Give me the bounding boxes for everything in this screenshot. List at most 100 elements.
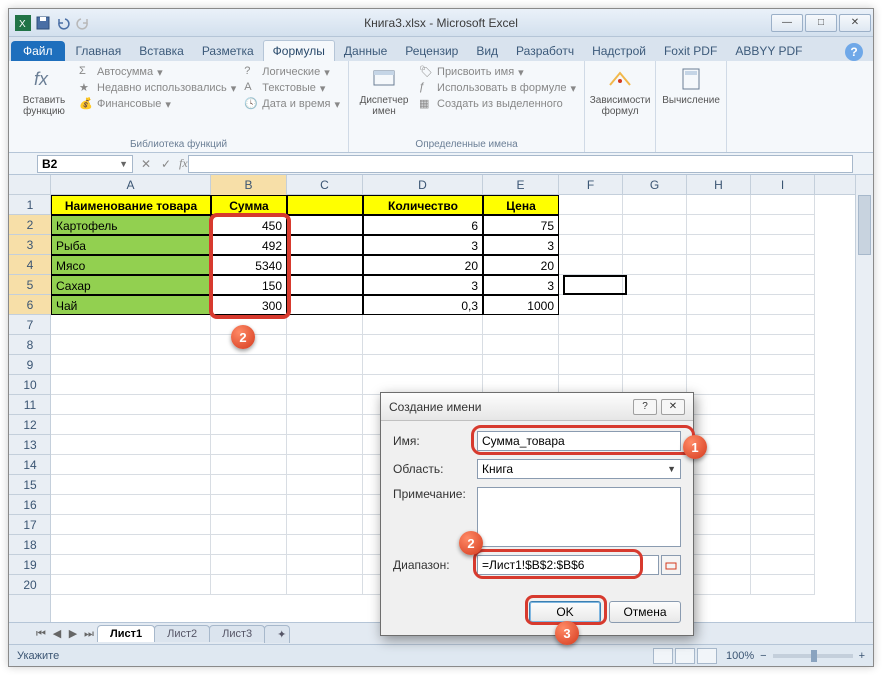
- maximize-button[interactable]: □: [805, 14, 837, 32]
- cell[interactable]: Сахар: [51, 275, 211, 295]
- cell[interactable]: 20: [483, 255, 559, 275]
- cell[interactable]: [287, 575, 363, 595]
- undo-icon[interactable]: [55, 15, 71, 31]
- row-header[interactable]: 4: [9, 255, 51, 275]
- row-header[interactable]: 15: [9, 475, 51, 495]
- col-header[interactable]: A: [51, 175, 211, 195]
- cell[interactable]: [211, 555, 287, 575]
- cell[interactable]: [687, 335, 751, 355]
- cell[interactable]: [287, 215, 363, 235]
- tab-главная[interactable]: Главная: [67, 41, 131, 61]
- cell[interactable]: Цена: [483, 195, 559, 215]
- row-header[interactable]: 8: [9, 335, 51, 355]
- cell[interactable]: [751, 575, 815, 595]
- cell[interactable]: [211, 455, 287, 475]
- next-sheet-icon[interactable]: ▶: [65, 626, 81, 642]
- cell[interactable]: [287, 235, 363, 255]
- cell[interactable]: [687, 295, 751, 315]
- cell[interactable]: [751, 375, 815, 395]
- cell[interactable]: [287, 415, 363, 435]
- recent-button[interactable]: ★Недавно использовались ▾: [79, 81, 236, 95]
- cell[interactable]: [287, 475, 363, 495]
- cell[interactable]: [211, 355, 287, 375]
- logical-button[interactable]: ?Логические ▾: [244, 65, 340, 79]
- cell[interactable]: [687, 475, 751, 495]
- row-header[interactable]: 13: [9, 435, 51, 455]
- cell[interactable]: [559, 235, 623, 255]
- row-header[interactable]: 19: [9, 555, 51, 575]
- cell[interactable]: [751, 475, 815, 495]
- cell[interactable]: [623, 355, 687, 375]
- cell[interactable]: [211, 415, 287, 435]
- page-break-view-icon[interactable]: [697, 648, 717, 664]
- cell[interactable]: [51, 375, 211, 395]
- cell[interactable]: [687, 395, 751, 415]
- cell[interactable]: [559, 215, 623, 235]
- cell[interactable]: [559, 295, 623, 315]
- tab-вид[interactable]: Вид: [467, 41, 507, 61]
- col-header[interactable]: D: [363, 175, 483, 195]
- cell[interactable]: [287, 535, 363, 555]
- cell[interactable]: [687, 495, 751, 515]
- cell[interactable]: [751, 555, 815, 575]
- text-button[interactable]: AТекстовые ▾: [244, 81, 340, 95]
- cell[interactable]: [287, 435, 363, 455]
- cell[interactable]: [623, 315, 687, 335]
- cell[interactable]: Наименование товара: [51, 195, 211, 215]
- cell[interactable]: [287, 495, 363, 515]
- cell[interactable]: [51, 555, 211, 575]
- dialog-close-icon[interactable]: ✕: [661, 399, 685, 415]
- cell[interactable]: [623, 255, 687, 275]
- cell[interactable]: [687, 535, 751, 555]
- comment-textarea[interactable]: [477, 487, 681, 547]
- cell[interactable]: [623, 335, 687, 355]
- first-sheet-icon[interactable]: ⏮: [33, 626, 49, 642]
- tab-данные[interactable]: Данные: [335, 41, 396, 61]
- cell[interactable]: [751, 495, 815, 515]
- cell[interactable]: [751, 335, 815, 355]
- row-header[interactable]: 1: [9, 195, 51, 215]
- cell[interactable]: [751, 275, 815, 295]
- cell[interactable]: [211, 495, 287, 515]
- close-button[interactable]: ✕: [839, 14, 871, 32]
- cell[interactable]: 150: [211, 275, 287, 295]
- cell[interactable]: [751, 535, 815, 555]
- cell[interactable]: 20: [363, 255, 483, 275]
- cell[interactable]: [51, 455, 211, 475]
- cell[interactable]: [363, 315, 483, 335]
- sheet-tab[interactable]: Лист2: [154, 625, 210, 642]
- cell[interactable]: [687, 515, 751, 535]
- cell[interactable]: [751, 355, 815, 375]
- cell[interactable]: 450: [211, 215, 287, 235]
- dialog-help-icon[interactable]: ?: [633, 399, 657, 415]
- vertical-scrollbar[interactable]: [855, 175, 873, 622]
- cell[interactable]: 300: [211, 295, 287, 315]
- cell[interactable]: [687, 275, 751, 295]
- cell[interactable]: [51, 495, 211, 515]
- cell[interactable]: [51, 335, 211, 355]
- autosum-button[interactable]: ΣАвтосумма ▾: [79, 65, 236, 79]
- row-header[interactable]: 6: [9, 295, 51, 315]
- cell[interactable]: 0,3: [363, 295, 483, 315]
- cell[interactable]: [559, 255, 623, 275]
- cell[interactable]: [51, 535, 211, 555]
- row-header[interactable]: 20: [9, 575, 51, 595]
- row-header[interactable]: 3: [9, 235, 51, 255]
- zoom-out-icon[interactable]: −: [760, 650, 766, 662]
- cell[interactable]: [751, 295, 815, 315]
- cell[interactable]: Количество: [363, 195, 483, 215]
- cell[interactable]: 5340: [211, 255, 287, 275]
- cell[interactable]: 6: [363, 215, 483, 235]
- row-header[interactable]: 7: [9, 315, 51, 335]
- cell[interactable]: [211, 515, 287, 535]
- cancel-button[interactable]: Отмена: [609, 601, 681, 623]
- cell[interactable]: [51, 575, 211, 595]
- row-header[interactable]: 10: [9, 375, 51, 395]
- collapse-dialog-icon[interactable]: [661, 555, 681, 575]
- col-header[interactable]: H: [687, 175, 751, 195]
- col-header[interactable]: I: [751, 175, 815, 195]
- cell[interactable]: [751, 195, 815, 215]
- cell[interactable]: 492: [211, 235, 287, 255]
- cell[interactable]: [287, 195, 363, 215]
- cell[interactable]: [687, 315, 751, 335]
